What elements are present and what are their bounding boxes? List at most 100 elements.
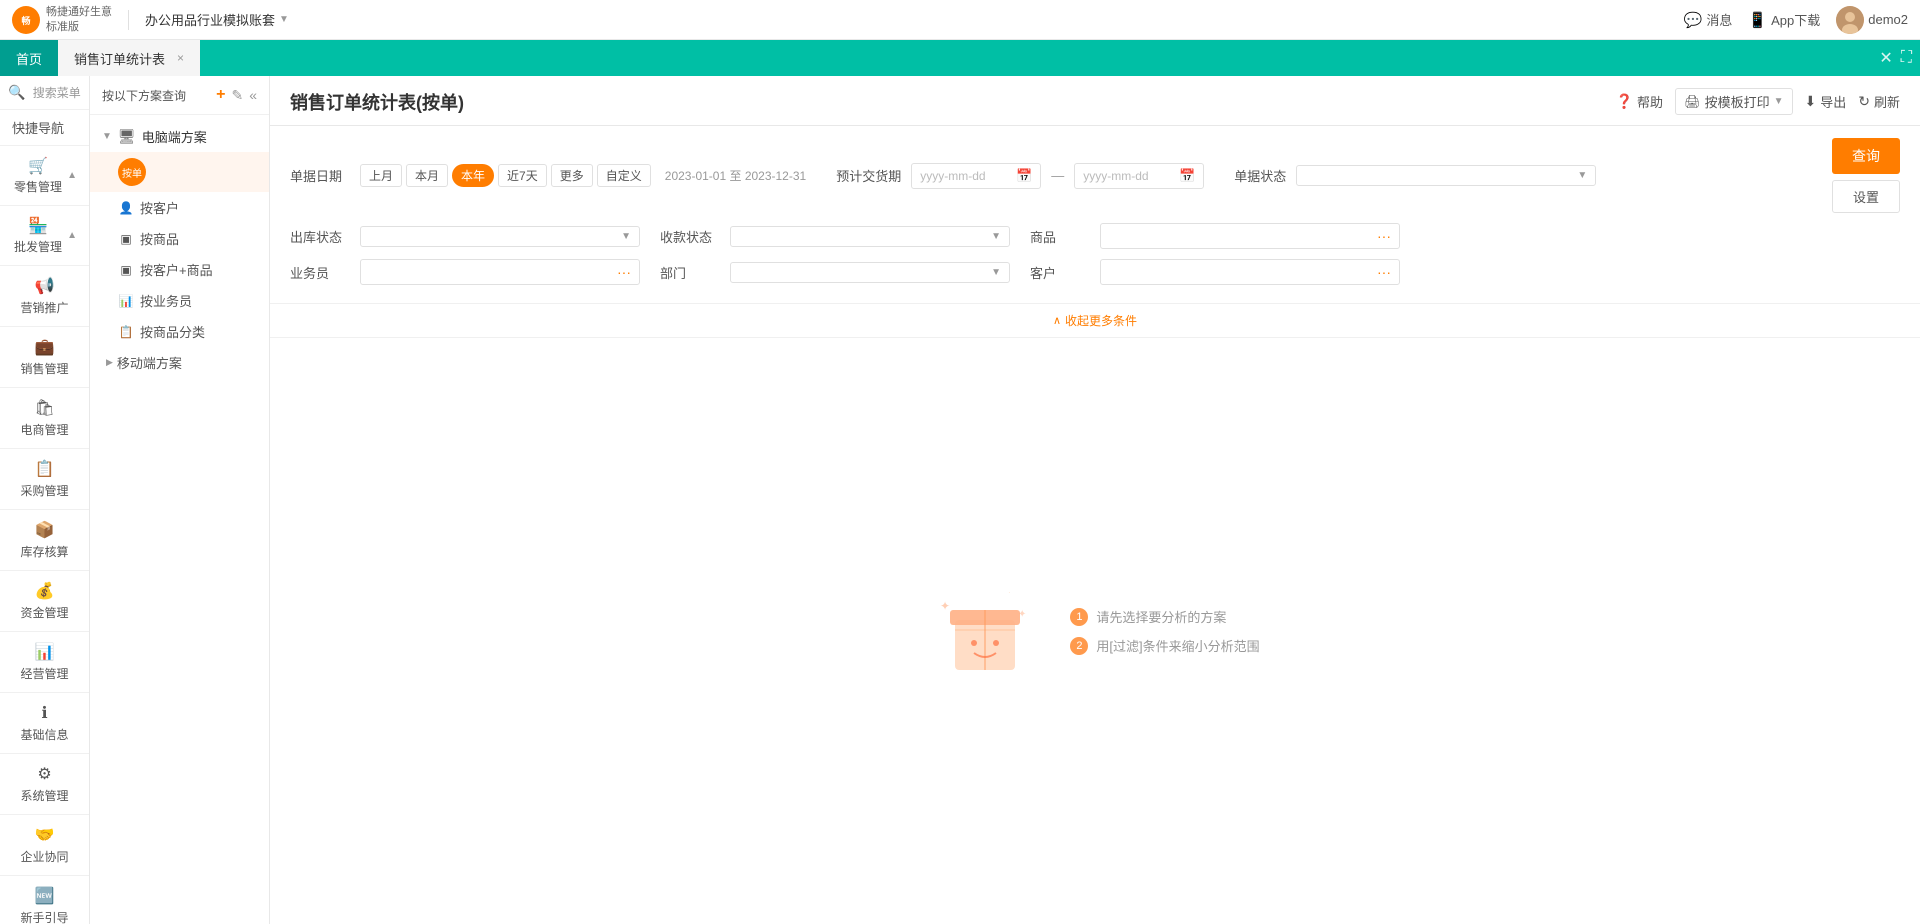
logo-area: 畅 畅捷通好生意 标准版 — [12, 5, 112, 34]
wholesale-icon: 🏪 — [28, 216, 48, 236]
product-input[interactable]: ··· — [1100, 223, 1400, 249]
tab-expand-icon[interactable]: ⛶ — [1901, 49, 1912, 67]
messages-btn[interactable]: 💬 消息 — [1684, 10, 1733, 29]
sidebar-item-quick-nav[interactable]: 零售管理 快捷导航 — [0, 110, 89, 146]
tip-num-2: 2 — [1070, 637, 1088, 655]
dept-select-arrow: ▼ — [991, 267, 1001, 278]
wholesale-arrow: ▲ — [67, 230, 77, 241]
page-header: 销售订单统计表(按单) ❓ 帮助 🖨 按模板打印 ▼ ⬇ — [270, 76, 1920, 126]
edit-scheme-btn[interactable]: ✎ — [231, 87, 243, 104]
sidebar-item-inventory[interactable]: 📦 库存核算 — [0, 510, 89, 571]
inventory-icon: 📦 — [35, 520, 55, 540]
sidebar-search[interactable]: 🔍 搜索菜单 — [0, 76, 89, 110]
left-panel: 按以下方案查询 + ✎ « ▼ 🖥 电脑端方案 按单 — [90, 76, 270, 924]
tree-child-by-customer-product[interactable]: ▣ 按客户+商品 — [90, 254, 269, 285]
user-avatar — [1836, 6, 1864, 34]
this-year-btn[interactable]: 本年 — [452, 164, 494, 187]
tree-parent-pc[interactable]: ▼ 🖥 电脑端方案 — [90, 121, 269, 152]
custom-btn[interactable]: 自定义 — [597, 164, 651, 187]
this-month-btn[interactable]: 本月 — [406, 164, 448, 187]
enterprise-icon: 🤝 — [35, 825, 55, 845]
sidebar-item-ecommerce[interactable]: 🛍 电商管理 — [0, 388, 89, 449]
pc-expand-icon: ▼ — [102, 131, 112, 142]
salesperson-label: 业务员 — [290, 263, 350, 282]
ship-status-label: 出库状态 — [290, 227, 350, 246]
tab-home[interactable]: 首页 — [0, 40, 58, 76]
add-scheme-btn[interactable]: + — [216, 86, 225, 104]
end-date-input[interactable]: yyyy-mm-dd 📅 — [1074, 163, 1204, 189]
sidebar-item-operations[interactable]: 📊 经营管理 — [0, 632, 89, 693]
basic-icon: ℹ — [41, 703, 47, 723]
payment-select-arrow: ▼ — [991, 231, 1001, 242]
status-select-arrow: ▼ — [1577, 170, 1587, 181]
template-print-btn[interactable]: 🖨 按模板打印 ▼ — [1675, 88, 1792, 115]
last7-btn[interactable]: 近7天 — [498, 164, 547, 187]
sidebar-item-marketing[interactable]: 📢 营销推广 — [0, 266, 89, 327]
left-panel-header: 按以下方案查询 + ✎ « — [90, 76, 269, 115]
pc-icon: 🖥 — [118, 128, 136, 145]
single-status-select[interactable]: ▼ — [1296, 165, 1596, 186]
tree-child-by-salesperson[interactable]: 📊 按业务员 — [90, 285, 269, 316]
top-bar: 畅 畅捷通好生意 标准版 办公用品行业模拟账套 ▼ 💬 消息 📱 App下载 — [0, 0, 1920, 40]
by-customer-icon: 👤 — [118, 200, 134, 216]
expected-date-label: 预计交货期 — [836, 166, 901, 185]
ship-status-select[interactable]: ▼ — [360, 226, 640, 247]
tree-child-by-product[interactable]: ▣ 按商品 — [90, 223, 269, 254]
sidebar-item-wholesale[interactable]: 🏪 批发管理 ▲ — [0, 206, 89, 266]
cal-icon-end: 📅 — [1179, 168, 1195, 184]
tree-child-by-category[interactable]: 📋 按商品分类 — [90, 316, 269, 347]
export-icon: ⬇ — [1805, 93, 1817, 110]
more-btn[interactable]: 更多 — [551, 164, 593, 187]
collapse-bar[interactable]: ∧ 收起更多条件 — [270, 303, 1920, 337]
sidebar-item-basic[interactable]: ℹ 基础信息 — [0, 693, 89, 754]
customer-input[interactable]: ··· — [1100, 259, 1400, 285]
right-content: 销售订单统计表(按单) ❓ 帮助 🖨 按模板打印 ▼ ⬇ — [270, 76, 1920, 924]
salesperson-input[interactable]: ··· — [360, 259, 640, 285]
refresh-btn[interactable]: ↻ 刷新 — [1858, 92, 1900, 111]
tree-child-by-order[interactable]: 按单 — [90, 152, 269, 192]
tab-active[interactable]: 销售订单统计表 × — [58, 40, 200, 76]
sidebar-item-enterprise[interactable]: 🤝 企业协同 — [0, 815, 89, 876]
sidebar-item-retail[interactable]: 🛒 零售管理 ▲ — [0, 146, 89, 206]
sidebar-item-finance[interactable]: 💰 资金管理 — [0, 571, 89, 632]
product-label: 商品 — [1030, 227, 1090, 246]
tab-close-all-icon[interactable]: ✕ — [1879, 48, 1892, 68]
last-month-btn[interactable]: 上月 — [360, 164, 402, 187]
filter-section: 单据日期 上月 本月 本年 近7天 更多 自定义 2023-01-01 至 20… — [270, 126, 1920, 338]
settings-button[interactable]: 设置 — [1832, 180, 1900, 213]
by-sales-icon: 📊 — [118, 293, 134, 309]
tab-close-btn[interactable]: × — [177, 51, 184, 65]
svg-text:✦: ✦ — [940, 599, 950, 613]
tree-child-by-customer[interactable]: 👤 按客户 — [90, 192, 269, 223]
app-download-btn[interactable]: 📱 App下载 — [1748, 10, 1820, 29]
collapse-panel-btn[interactable]: « — [249, 87, 257, 103]
content-area: 按以下方案查询 + ✎ « ▼ 🖥 电脑端方案 按单 — [90, 76, 1920, 924]
top-bar-right: 💬 消息 📱 App下载 demo2 — [1684, 6, 1908, 34]
purchase-icon: 📋 — [35, 459, 55, 479]
start-date-input[interactable]: yyyy-mm-dd 📅 — [911, 163, 1041, 189]
print-icon: 🖨 — [1684, 94, 1701, 110]
sidebar-item-sales[interactable]: 💼 销售管理 — [0, 327, 89, 388]
svg-text:✦: ✦ — [1018, 609, 1026, 620]
sidebar-item-system[interactable]: ⚙ 系统管理 — [0, 754, 89, 815]
by-order-dot: 按单 — [118, 158, 146, 186]
payment-status-label: 收款状态 — [660, 227, 720, 246]
mobile-expand-icon: ▶ — [106, 357, 113, 368]
department-select[interactable]: ▼ — [730, 262, 1010, 283]
tab-bar-actions: ✕ ⛶ — [1879, 48, 1920, 68]
query-button[interactable]: 查询 — [1832, 138, 1900, 174]
page-title: 销售订单统计表(按单) — [290, 89, 464, 115]
top-bar-title[interactable]: 办公用品行业模拟账套 ▼ — [145, 10, 289, 29]
by-cust-prod-icon: ▣ — [118, 262, 134, 278]
product-dots-icon: ··· — [1377, 228, 1391, 244]
help-btn[interactable]: ❓ 帮助 — [1616, 92, 1663, 111]
sidebar-item-newbie[interactable]: 🆕 新手引导 — [0, 876, 89, 924]
sidebar-item-purchase[interactable]: 📋 采购管理 — [0, 449, 89, 510]
svg-text:畅: 畅 — [21, 15, 30, 26]
marketing-icon: 📢 — [35, 276, 55, 296]
user-area[interactable]: demo2 — [1836, 6, 1908, 34]
by-category-icon: 📋 — [118, 324, 134, 340]
tree-parent-mobile[interactable]: ▶ 移动端方案 — [90, 347, 269, 378]
export-btn[interactable]: ⬇ 导出 — [1805, 92, 1847, 111]
payment-status-select[interactable]: ▼ — [730, 226, 1010, 247]
